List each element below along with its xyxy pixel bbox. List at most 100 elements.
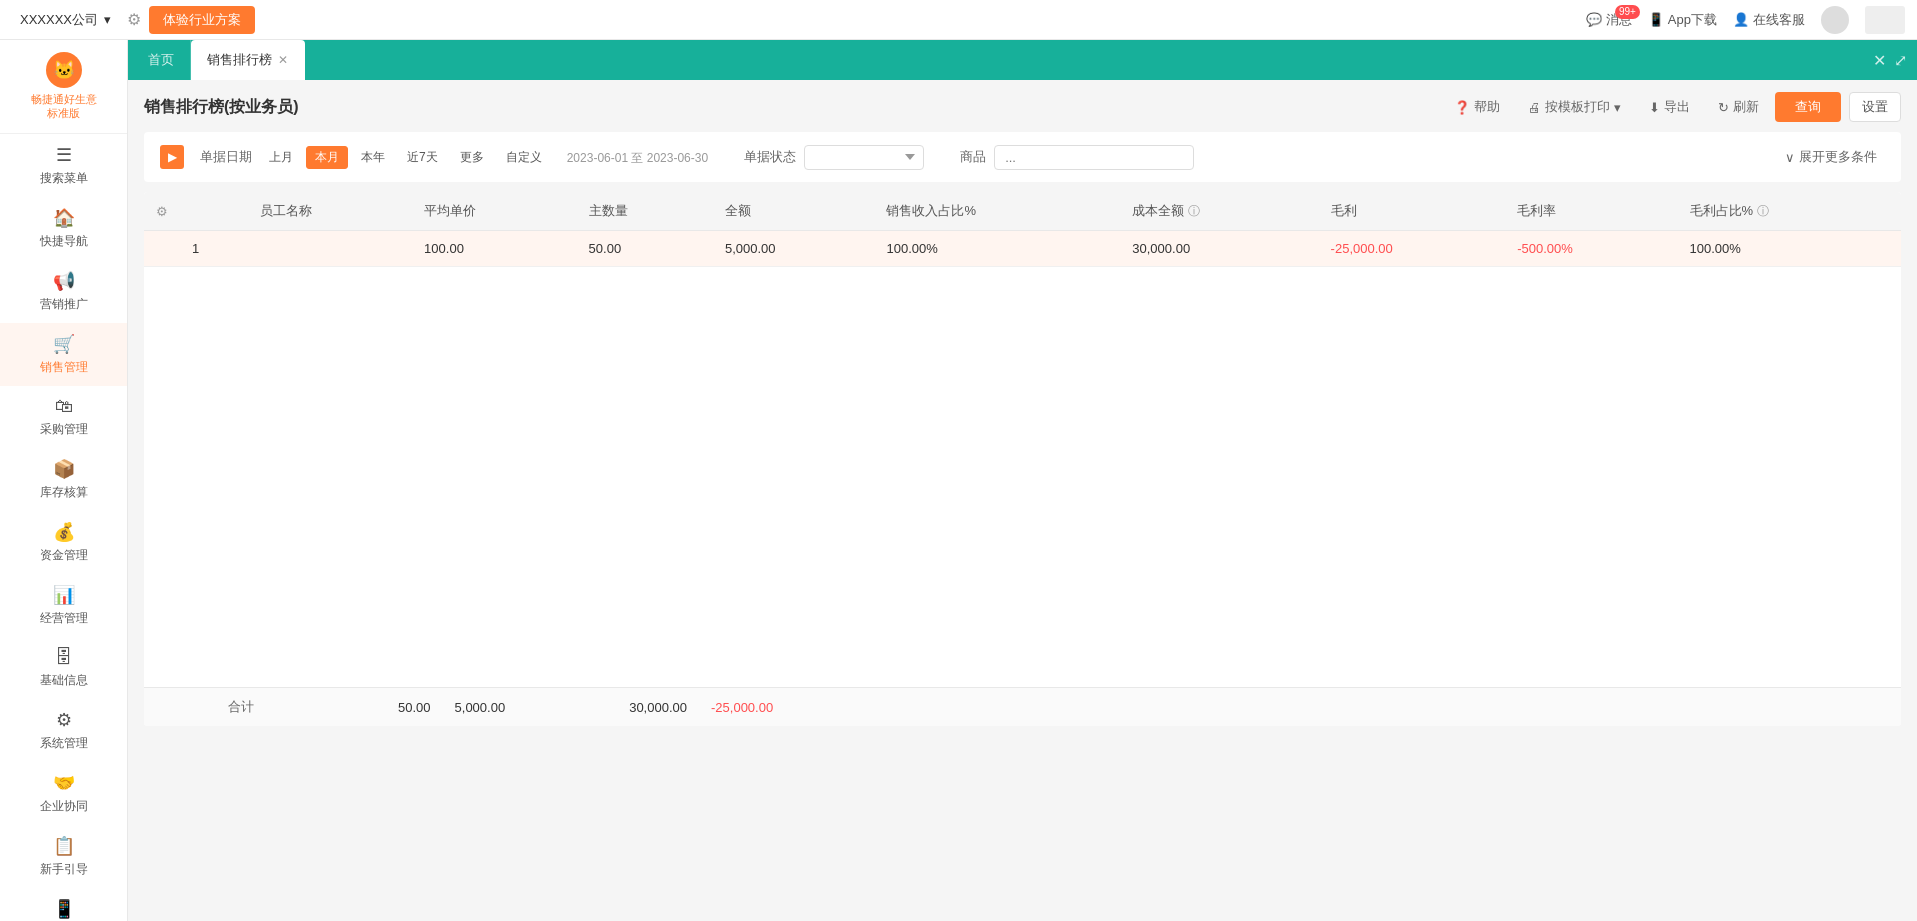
date-shortcuts: 上月 本月 本年 近7天 更多 自定义 <box>260 146 551 169</box>
print-chevron-icon: ▾ <box>1614 100 1621 115</box>
sidebar-item-apps[interactable]: 📱 应用中心 <box>0 888 127 921</box>
page-content: 销售排行榜(按业务员) ❓ 帮助 🖨 按模板打印 ▾ ⬇ <box>128 80 1917 921</box>
col-settings[interactable]: ⚙ <box>144 192 180 231</box>
tab-home-label: 首页 <box>148 51 174 69</box>
sidebar-item-purchase[interactable]: 🛍 采购管理 <box>0 386 127 448</box>
sidebar-label-basic: 基础信息 <box>40 672 88 689</box>
finance-icon: 💰 <box>53 521 75 543</box>
company-name: XXXXXX公司 <box>20 11 98 29</box>
footer-gross: -25,000.00 <box>699 700 785 715</box>
goods-filter-label: 商品 <box>960 148 986 166</box>
refresh-button[interactable]: ↻ 刷新 <box>1710 94 1767 120</box>
page-header: 销售排行榜(按业务员) ❓ 帮助 🖨 按模板打印 ▾ ⬇ <box>144 92 1901 122</box>
row-qty: 50.00 <box>577 231 713 267</box>
date-btn-this-month[interactable]: 本月 <box>306 146 348 169</box>
sidebar-item-basic[interactable]: 🗄 基础信息 <box>0 637 127 699</box>
message-icon: 💬 <box>1586 12 1602 27</box>
col-amount: 全额 <box>713 192 875 231</box>
col-qty: 主数量 <box>577 192 713 231</box>
sidebar-label-marketing: 营销推广 <box>40 296 88 313</box>
status-select[interactable] <box>804 145 924 170</box>
row-gross: -25,000.00 <box>1319 231 1506 267</box>
tab-expand-icon[interactable]: ⤢ <box>1894 51 1907 70</box>
row-gross-pct: 100.00% <box>1678 231 1901 267</box>
avatar[interactable] <box>1821 6 1849 34</box>
gross-pct-help-icon[interactable]: ⓘ <box>1757 204 1769 218</box>
print-button[interactable]: 🖨 按模板打印 ▾ <box>1520 94 1629 120</box>
tab-sales-ranking[interactable]: 销售排行榜 ✕ <box>191 40 305 80</box>
sidebar-item-inventory[interactable]: 📦 库存核算 <box>0 448 127 511</box>
user-name-display <box>1865 6 1905 34</box>
settings-icon[interactable]: ⚙ <box>127 10 141 29</box>
date-btn-custom[interactable]: 自定义 <box>497 146 551 169</box>
sidebar-label-collab: 企业协同 <box>40 798 88 815</box>
sidebar-item-operations[interactable]: 📊 经营管理 <box>0 574 127 637</box>
date-btn-last-month[interactable]: 上月 <box>260 146 302 169</box>
sidebar-label-system: 系统管理 <box>40 735 88 752</box>
sidebar-label-quick: 快捷导航 <box>40 233 88 250</box>
company-selector[interactable]: XXXXXX公司 ▾ <box>12 7 119 33</box>
date-range-display: 2023-06-01 至 2023-06-30 <box>567 150 708 167</box>
page-actions: ❓ 帮助 🖨 按模板打印 ▾ ⬇ 导出 ↻ <box>1446 94 1767 120</box>
tab-close-icon[interactable]: ✕ <box>278 53 288 67</box>
logo-icon: 🐱 <box>46 52 82 88</box>
search-menu-icon: ☰ <box>56 144 72 166</box>
message-button[interactable]: 💬 消息 99+ <box>1586 11 1632 29</box>
footer-qty: 50.00 <box>386 700 443 715</box>
goods-input[interactable] <box>994 145 1194 170</box>
sidebar-item-marketing[interactable]: 📢 营销推广 <box>0 260 127 323</box>
tab-close-all-icon[interactable]: ✕ <box>1873 51 1886 70</box>
row-cost: 30,000.00 <box>1120 231 1318 267</box>
sidebar-item-finance[interactable]: 💰 资金管理 <box>0 511 127 574</box>
sidebar: 🐱 畅捷通好生意 标准版 ☰ 搜索菜单 🏠 快捷导航 📢 营销推广 🛒 销售管理… <box>0 40 128 921</box>
export-icon: ⬇ <box>1649 100 1660 115</box>
sidebar-item-guide[interactable]: 📋 新手引导 <box>0 825 127 888</box>
online-service-button[interactable]: 👤 在线客服 <box>1733 11 1805 29</box>
table-footer: 合计 50.00 5,000.00 30,000.00 -25,000.00 <box>144 687 1901 726</box>
date-btn-this-year[interactable]: 本年 <box>352 146 394 169</box>
sidebar-item-system[interactable]: ⚙ 系统管理 <box>0 699 127 762</box>
settings-button[interactable]: 设置 <box>1849 92 1901 122</box>
help-icon: ❓ <box>1454 100 1470 115</box>
page-title: 销售排行榜(按业务员) <box>144 97 299 118</box>
trial-button[interactable]: 体验行业方案 <box>149 6 255 34</box>
data-table: ⚙ 员工名称 平均单价 主数量 全额 销售收入占比% 成本全额 ⓘ <box>144 192 1901 267</box>
query-button[interactable]: 查询 <box>1775 92 1841 122</box>
date-btn-more[interactable]: 更多 <box>451 146 493 169</box>
col-employee-name: 员工名称 <box>248 192 413 231</box>
inventory-icon: 📦 <box>53 458 75 480</box>
sidebar-item-search[interactable]: ☰ 搜索菜单 <box>0 134 127 197</box>
apps-icon: 📱 <box>53 898 75 920</box>
app-download-button[interactable]: 📱 App下载 <box>1648 11 1717 29</box>
footer-amount: 5,000.00 <box>443 700 518 715</box>
sidebar-item-sales[interactable]: 🛒 销售管理 <box>0 323 127 386</box>
more-conditions: ∨ 展开更多条件 <box>1777 144 1885 170</box>
collab-icon: 🤝 <box>53 772 75 794</box>
date-btn-7days[interactable]: 近7天 <box>398 146 447 169</box>
marketing-icon: 📢 <box>53 270 75 292</box>
filter-row: ▶ 单据日期 上月 本月 本年 近7天 更多 自定义 <box>160 144 1885 170</box>
row-rank: 1 <box>180 231 248 267</box>
cost-help-icon[interactable]: ⓘ <box>1188 204 1200 218</box>
filter-area: ▶ 单据日期 上月 本月 本年 近7天 更多 自定义 <box>144 132 1901 182</box>
status-filter: 单据状态 <box>744 145 924 170</box>
help-button[interactable]: ❓ 帮助 <box>1446 94 1508 120</box>
service-label: 在线客服 <box>1753 11 1805 29</box>
filter-expand-arrow[interactable]: ▶ <box>160 145 184 169</box>
table-empty-space <box>144 267 1901 687</box>
sidebar-label-sales: 销售管理 <box>40 359 88 376</box>
expand-conditions-button[interactable]: ∨ 展开更多条件 <box>1777 144 1885 170</box>
print-icon: 🖨 <box>1528 100 1541 115</box>
table-row: 1 100.00 50.00 5,000.00 100.00% 30,000.0… <box>144 231 1901 267</box>
top-bar: XXXXXX公司 ▾ ⚙ 体验行业方案 💬 消息 99+ 📱 App下载 👤 在… <box>0 0 1917 40</box>
sidebar-label-finance: 资金管理 <box>40 547 88 564</box>
tab-home[interactable]: 首页 <box>132 40 191 80</box>
refresh-icon: ↻ <box>1718 100 1729 115</box>
main-layout: 🐱 畅捷通好生意 标准版 ☰ 搜索菜单 🏠 快捷导航 📢 营销推广 🛒 销售管理… <box>0 40 1917 921</box>
sidebar-item-quick[interactable]: 🏠 快捷导航 <box>0 197 127 260</box>
top-right-actions: 💬 消息 99+ 📱 App下载 👤 在线客服 <box>1586 6 1905 34</box>
sidebar-label-inventory: 库存核算 <box>40 484 88 501</box>
date-filter-label: 单据日期 <box>200 148 252 166</box>
sidebar-item-collab[interactable]: 🤝 企业协同 <box>0 762 127 825</box>
export-button[interactable]: ⬇ 导出 <box>1641 94 1698 120</box>
